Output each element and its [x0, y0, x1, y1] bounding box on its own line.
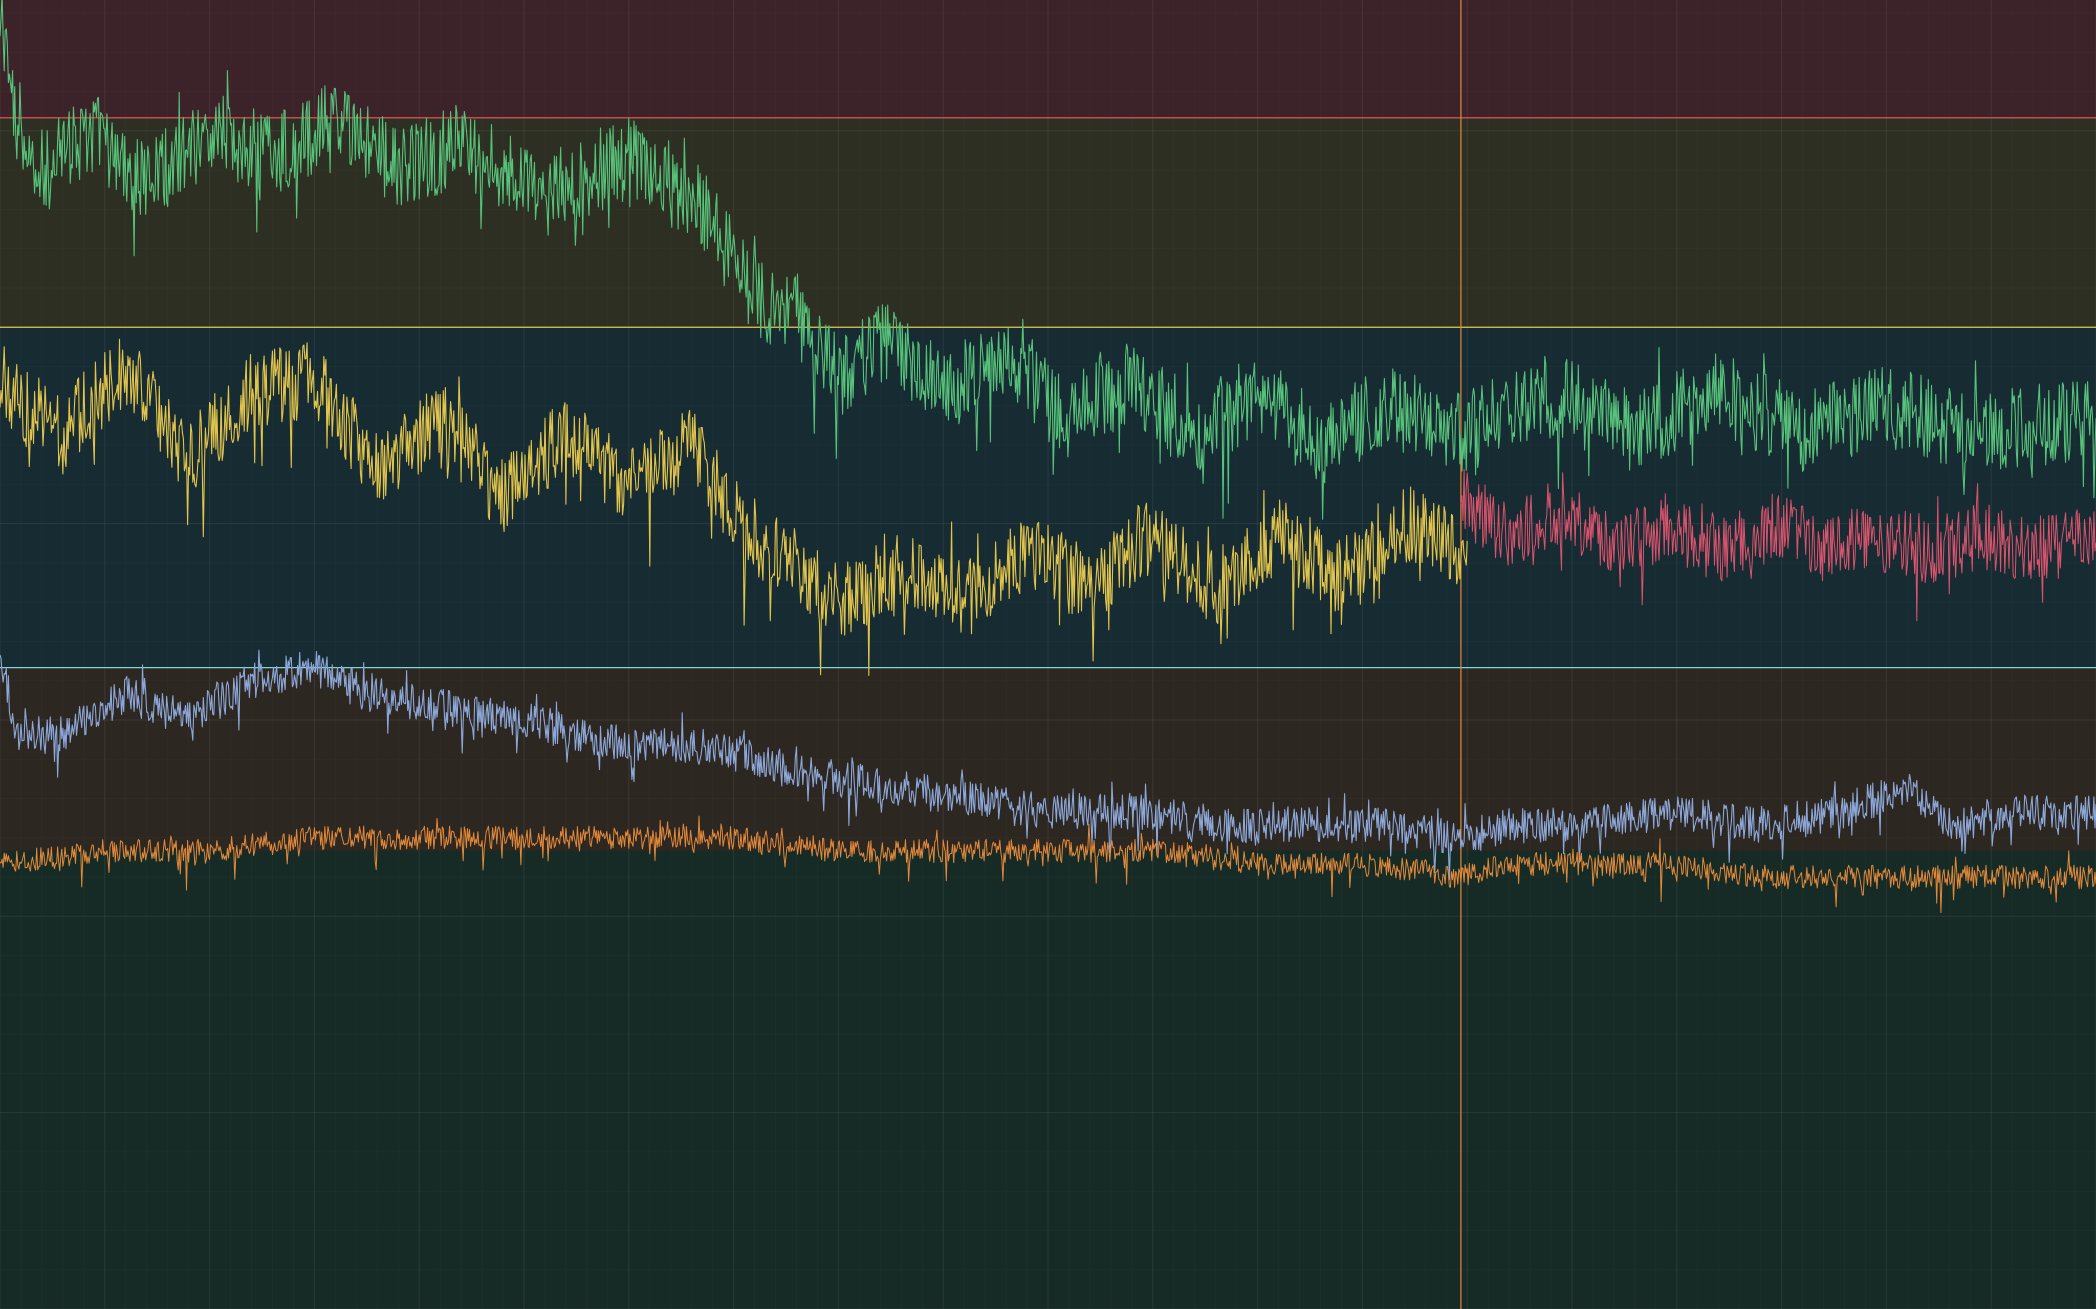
grid [0, 0, 2096, 1309]
chart-panel[interactable] [0, 0, 2096, 1309]
timeseries-chart [0, 0, 2096, 1309]
